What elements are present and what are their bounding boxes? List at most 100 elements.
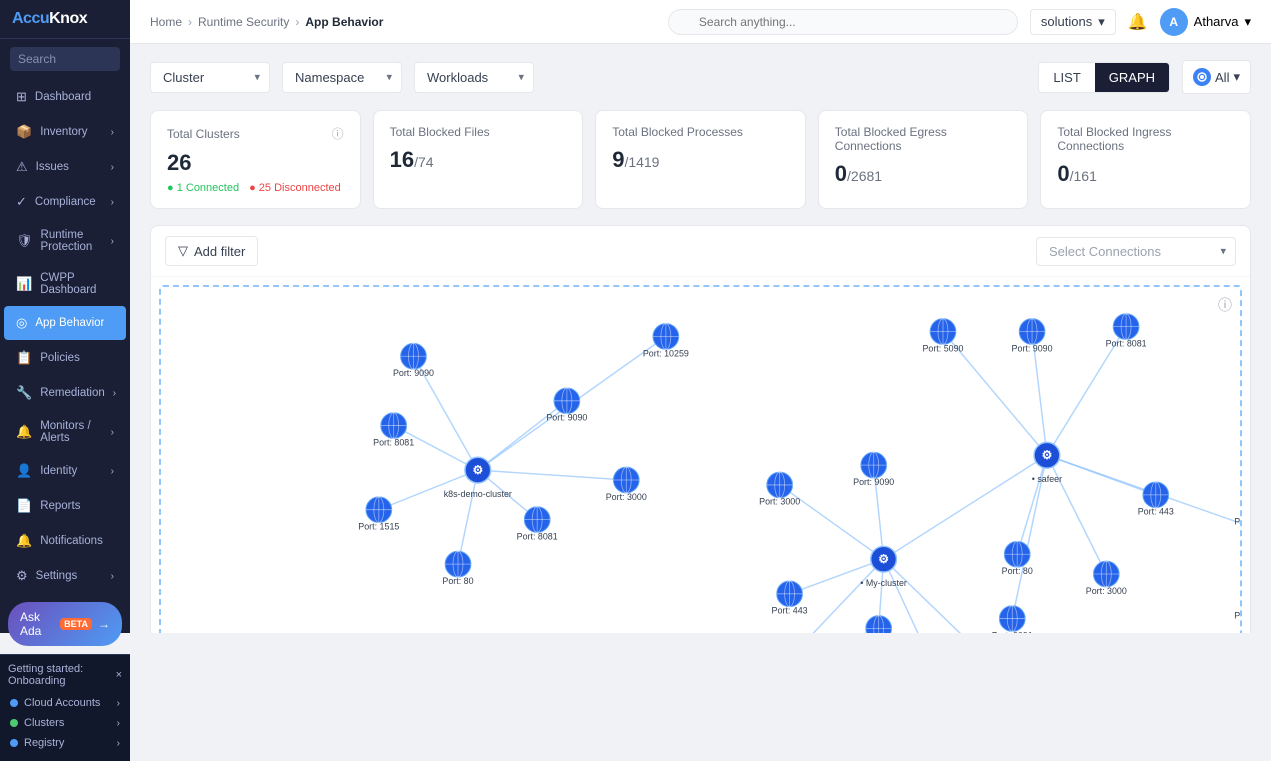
node-port8081-bot[interactable] [524,507,550,533]
sidebar-item-reports[interactable]: 📄 Reports [4,489,126,523]
sidebar-chevron-identity: › [111,466,114,477]
node-port8081-tr[interactable] [1113,314,1139,340]
connected-count: ● 1 Connected [167,182,239,194]
graph-nodes[interactable]: ⚙ Port: 9090 Port: 10259 Port: 9090 [358,314,1240,633]
filters-row: Cluster Namespace Workloads LIST GRAPH [150,60,1251,94]
label-port1515: Port: 1515 [358,521,399,531]
node-port80-right[interactable] [1004,541,1030,567]
onboarding-close-icon[interactable]: × [116,669,122,681]
sidebar-search-input[interactable] [10,47,120,71]
ask-ada-label: Ask Ada [20,610,54,638]
all-filter-select[interactable]: All ▾ [1182,60,1251,94]
sidebar-icon-reports: 📄 [16,498,32,514]
sidebar-chevron-remediation: › [113,388,116,399]
node-port9090-midtop[interactable] [554,388,580,414]
graph-area: ▽ Add filter Select Connections ⓘ [150,225,1251,633]
node-port1515[interactable] [366,497,392,523]
node-k8s-demo[interactable] [465,457,491,483]
workloads-select[interactable]: Workloads [414,62,534,93]
label-port443-lc: Port: 443 [772,606,808,616]
view-toggle: LIST GRAPH [1038,62,1170,93]
list-view-button[interactable]: LIST [1039,63,1094,92]
add-filter-button[interactable]: ▽ Add filter [165,236,258,266]
onboarding-chevron-icon: › [117,738,120,749]
node-port9091[interactable] [999,606,1025,632]
node-port443-lc[interactable] [777,581,803,607]
sidebar-icon-app-behavior: ◎ [16,315,27,331]
add-filter-label: Add filter [194,244,245,259]
sidebar-item-dashboard[interactable]: ⊞ Dashboard [4,80,126,114]
stat-value-0: 26 [167,150,344,176]
graph-view-button[interactable]: GRAPH [1095,63,1169,92]
sidebar-chevron-monitors-alerts: › [111,427,114,438]
cluster-select-wrap: Cluster [150,62,270,93]
solutions-dropdown[interactable]: solutions ▾ [1030,9,1116,35]
onboarding-item-clusters[interactable]: Clusters › [8,713,122,733]
stat-title-2: Total Blocked Processes [612,125,789,139]
graph-canvas: ⓘ [159,285,1242,633]
sidebar-item-app-behavior[interactable]: ◎ App Behavior [4,306,126,340]
label-port9090-topleft: Port: 9090 [393,368,434,378]
sidebar-item-settings[interactable]: ⚙ Settings › [4,559,126,593]
node-port9090-center[interactable] [861,452,887,478]
node-port8081-rc[interactable] [866,616,892,633]
sidebar-item-issues[interactable]: ⚠ Issues › [4,150,126,184]
stat-title-text-3: Total Blocked Egress Connections [835,125,1012,153]
label-port9090-center: Port: 9090 [853,477,894,487]
node-port3000-center[interactable] [767,472,793,498]
stat-info-icon[interactable]: ⓘ [332,125,344,142]
sidebar-chevron-settings: › [111,571,114,582]
node-safeer[interactable] [1034,442,1060,468]
node-port10259[interactable] [653,324,679,350]
edge [478,401,567,470]
edge [884,559,948,633]
node-port8081-left[interactable] [381,413,407,439]
sidebar-item-policies[interactable]: 📋 Policies [4,341,126,375]
sidebar-item-inventory[interactable]: 📦 Inventory › [4,115,126,149]
sidebar-item-notifications[interactable]: 🔔 Notifications [4,524,126,558]
namespace-select[interactable]: Namespace [282,62,402,93]
node-port5090[interactable] [930,319,956,345]
node-port9090-tr[interactable] [1019,319,1045,345]
cluster-select[interactable]: Cluster [150,62,270,93]
sidebar-label-settings: Settings [36,570,103,582]
sidebar-item-remediation[interactable]: 🔧 Remediation › [4,376,126,410]
node-port80-left[interactable] [445,551,471,577]
sidebar-item-identity[interactable]: 👤 Identity › [4,454,126,488]
node-port3000-right[interactable] [1093,561,1119,587]
bell-icon[interactable]: 🔔 [1128,12,1148,32]
namespace-select-wrap: Namespace [282,62,402,93]
user-menu[interactable]: A Atharva ▾ [1160,8,1251,36]
sidebar-label-app-behavior: App Behavior [35,317,114,329]
sidebar-item-runtime-protection[interactable]: 🛡 Runtime Protection › [4,220,126,262]
ask-ada-button[interactable]: Ask Ada BETA → [8,602,122,646]
graph-info-icon[interactable]: ⓘ [1218,295,1232,315]
node-my-cluster[interactable] [871,546,897,572]
sidebar-item-monitors-alerts[interactable]: 🔔 Monitors / Alerts › [4,411,126,453]
breadcrumb-runtime[interactable]: Runtime Security [198,15,289,29]
sidebar-item-cwpp-dashboard[interactable]: 📊 CWPP Dashboard [4,263,126,305]
node-port443-right[interactable] [1143,482,1169,508]
network-graph: ⚙ Port: 9090 Port: 10259 Port: 9090 [161,287,1240,633]
stat-title-text-4: Total Blocked Ingress Connections [1057,125,1234,153]
label-port8081-tr: Port: 8081 [1106,338,1147,348]
connections-select[interactable]: Select Connections [1036,237,1236,266]
stat-card-0: Total Clusters ⓘ 26 ● 1 Connected ● 25 D… [150,110,361,209]
sidebar-item-compliance[interactable]: ✓ Compliance › [4,185,126,219]
stat-sub-0: ● 1 Connected ● 25 Disconnected [167,182,344,194]
onboarding-label: Clusters [24,717,64,729]
stat-value-4: 0/161 [1057,161,1234,187]
breadcrumb-home[interactable]: Home [150,15,182,29]
node-port9090-topleft[interactable] [401,343,427,369]
onboarding-item-cloud-accounts[interactable]: Cloud Accounts › [8,693,122,713]
sidebar-icon-inventory: 📦 [16,124,32,140]
graph-toolbar: ▽ Add filter Select Connections [151,226,1250,277]
label-port9090-frb: Port: 9090 [1234,611,1240,621]
sidebar-label-compliance: Compliance [35,196,103,208]
header-search-input[interactable] [668,9,1018,35]
connections-select-wrap: Select Connections [1036,237,1236,266]
node-port3000-mid[interactable] [613,467,639,493]
label-port8081-left: Port: 8081 [373,437,414,447]
onboarding-panel: Getting started: Onboarding × Cloud Acco… [0,654,130,761]
onboarding-item-registry[interactable]: Registry › [8,733,122,753]
